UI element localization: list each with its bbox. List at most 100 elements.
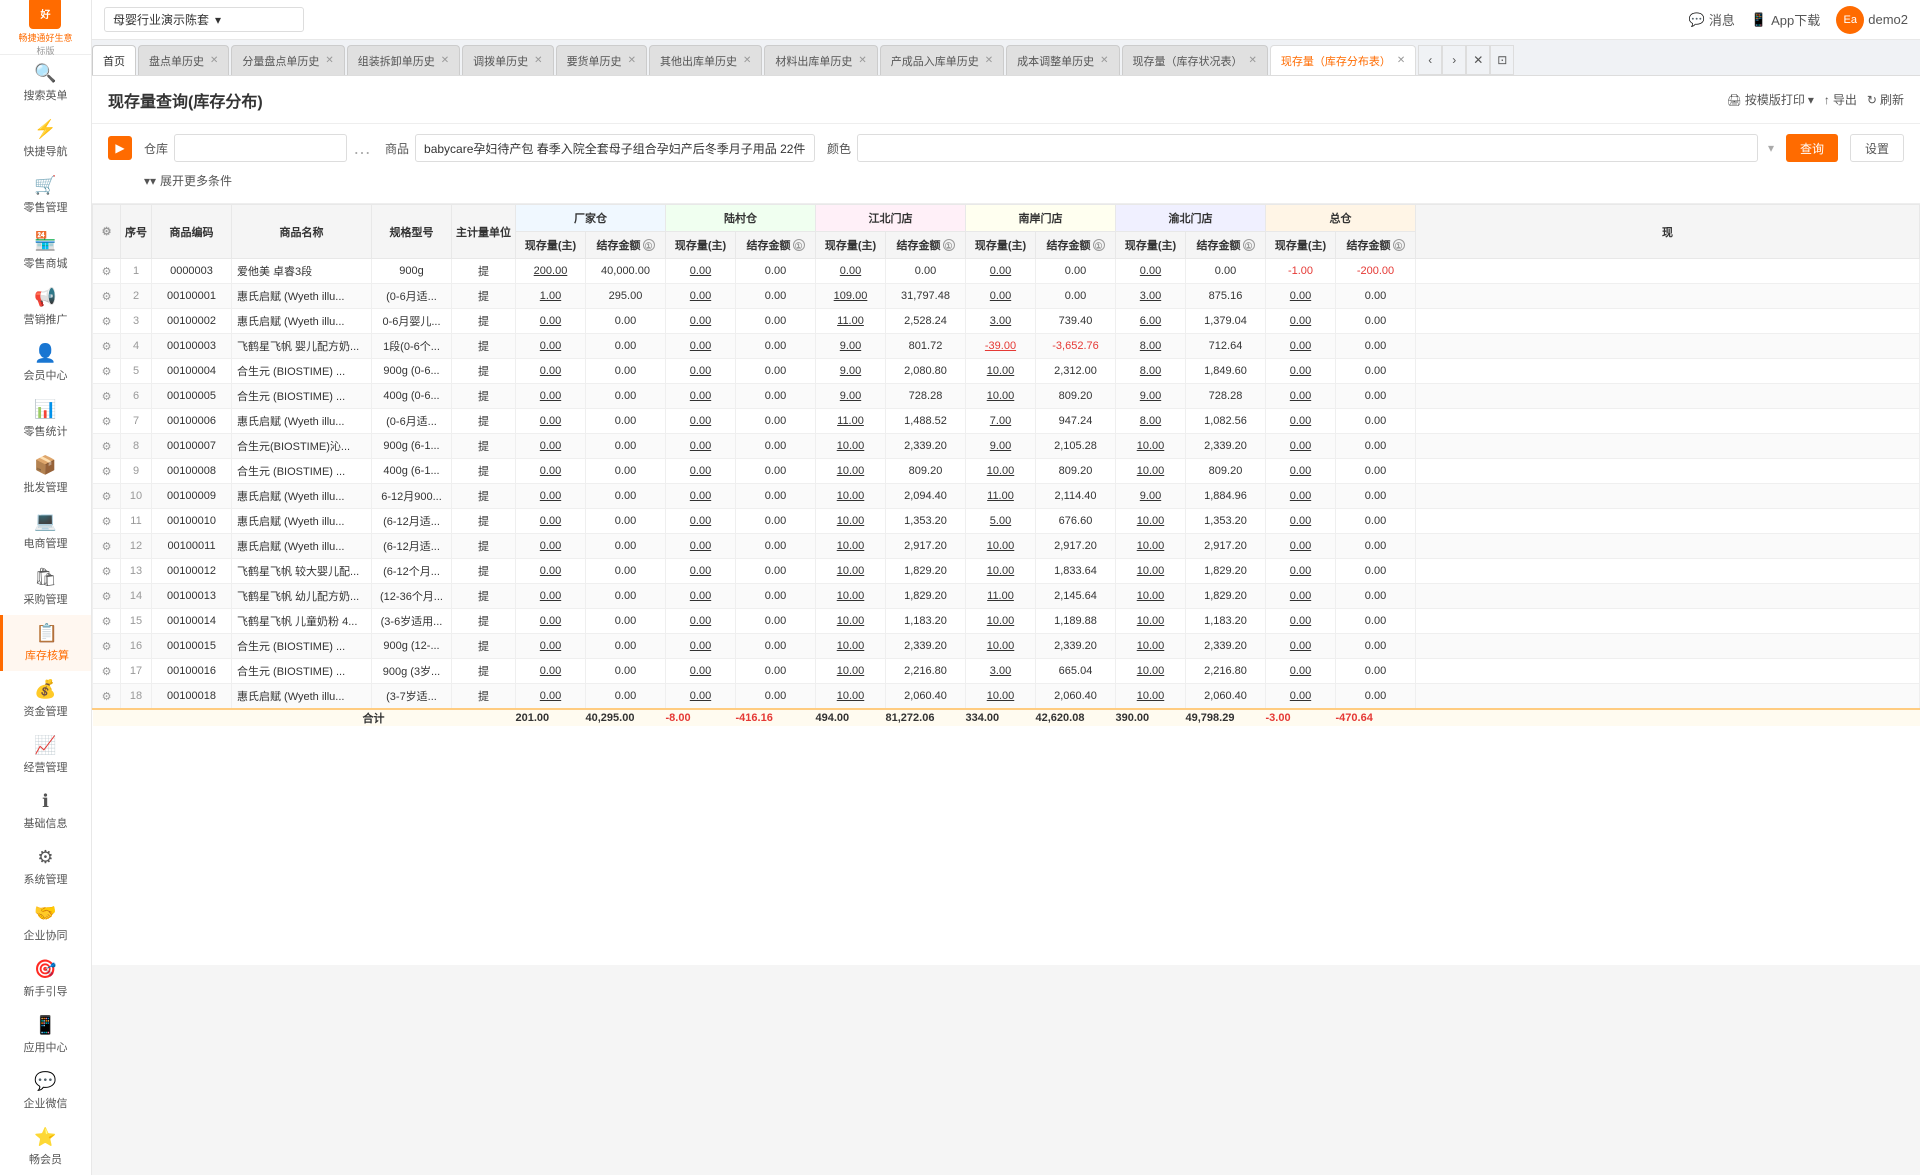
row-w5-stock[interactable]: 8.00	[1116, 359, 1186, 384]
row-total-stock[interactable]: 0.00	[1266, 484, 1336, 509]
tab-close-icon[interactable]: ✕	[325, 55, 333, 66]
row-total-stock[interactable]: -1.00	[1266, 259, 1336, 284]
sidebar-item-零售统计[interactable]: 📊零售统计	[0, 391, 91, 447]
row-setting[interactable]: ⚙	[93, 584, 121, 609]
row-w4-stock[interactable]: 0.00	[966, 259, 1036, 284]
row-w4-stock[interactable]: 11.00	[966, 584, 1036, 609]
row-w5-stock[interactable]: 9.00	[1116, 484, 1186, 509]
row-total-stock[interactable]: 0.00	[1266, 509, 1336, 534]
row-w2-stock[interactable]: 0.00	[666, 559, 736, 584]
tab-close-icon[interactable]: ✕	[1397, 55, 1405, 66]
row-total-stock[interactable]: 0.00	[1266, 334, 1336, 359]
sidebar-item-企业协同[interactable]: 🤝企业协同	[0, 895, 91, 951]
row-w5-stock[interactable]: 6.00	[1116, 309, 1186, 334]
tab-close-icon[interactable]: ✕	[534, 55, 542, 66]
expand-more-btn[interactable]: ▾▾ 展开更多条件	[144, 168, 1904, 193]
row-w4-stock[interactable]: 5.00	[966, 509, 1036, 534]
row-w5-stock[interactable]: 8.00	[1116, 409, 1186, 434]
row-w2-stock[interactable]: 0.00	[666, 384, 736, 409]
row-setting[interactable]: ⚙	[93, 284, 121, 309]
col-setting-header[interactable]: ⚙	[93, 205, 121, 259]
row-w3-stock[interactable]: 10.00	[816, 659, 886, 684]
row-w3-stock[interactable]: 10.00	[816, 459, 886, 484]
row-w5-stock[interactable]: 10.00	[1116, 659, 1186, 684]
row-w4-stock[interactable]: 10.00	[966, 559, 1036, 584]
warehouse-input[interactable]	[174, 134, 347, 162]
row-w4-stock[interactable]: 0.00	[966, 284, 1036, 309]
sidebar-item-会员中心[interactable]: 👤会员中心	[0, 335, 91, 391]
row-w4-stock[interactable]: 11.00	[966, 484, 1036, 509]
tab-nav-next[interactable]: ›	[1442, 45, 1466, 75]
row-w2-stock[interactable]: 0.00	[666, 459, 736, 484]
row-setting[interactable]: ⚙	[93, 684, 121, 710]
row-w4-stock[interactable]: 9.00	[966, 434, 1036, 459]
row-total-stock[interactable]: 0.00	[1266, 284, 1336, 309]
row-w3-stock[interactable]: 9.00	[816, 359, 886, 384]
row-setting[interactable]: ⚙	[93, 334, 121, 359]
row-w3-stock[interactable]: 10.00	[816, 484, 886, 509]
row-total-stock[interactable]: 0.00	[1266, 634, 1336, 659]
row-w3-stock[interactable]: 10.00	[816, 684, 886, 710]
row-total-stock[interactable]: 0.00	[1266, 309, 1336, 334]
row-setting[interactable]: ⚙	[93, 559, 121, 584]
row-w1-stock[interactable]: 0.00	[516, 434, 586, 459]
row-w1-stock[interactable]: 200.00	[516, 259, 586, 284]
row-setting[interactable]: ⚙	[93, 484, 121, 509]
row-w3-stock[interactable]: 11.00	[816, 409, 886, 434]
sidebar-item-资金管理[interactable]: 💰资金管理	[0, 671, 91, 727]
row-total-stock[interactable]: 0.00	[1266, 434, 1336, 459]
row-w3-stock[interactable]: 9.00	[816, 334, 886, 359]
tab-close-icon[interactable]: ✕	[743, 55, 751, 66]
tab-close-icon[interactable]: ✕	[441, 55, 449, 66]
tab-close-icon[interactable]: ✕	[858, 55, 866, 66]
row-w1-stock[interactable]: 0.00	[516, 309, 586, 334]
row-w3-stock[interactable]: 11.00	[816, 309, 886, 334]
sidebar-item-企业微信[interactable]: 💬企业微信	[0, 1063, 91, 1119]
tab-10[interactable]: 现存量（库存状况表）✕	[1122, 45, 1268, 75]
sidebar-item-经营管理[interactable]: 📈经营管理	[0, 727, 91, 783]
sidebar-item-搜索英单[interactable]: 🔍搜索英单	[0, 55, 91, 111]
toggle-arrow[interactable]: ▶	[108, 136, 132, 160]
tab-nav-prev[interactable]: ‹	[1418, 45, 1442, 75]
row-w1-stock[interactable]: 0.00	[516, 509, 586, 534]
sidebar-item-电商管理[interactable]: 💻电商管理	[0, 503, 91, 559]
row-w4-stock[interactable]: -39.00	[966, 334, 1036, 359]
row-w1-stock[interactable]: 0.00	[516, 334, 586, 359]
row-w1-stock[interactable]: 1.00	[516, 284, 586, 309]
row-setting[interactable]: ⚙	[93, 609, 121, 634]
row-w2-stock[interactable]: 0.00	[666, 359, 736, 384]
row-w5-stock[interactable]: 10.00	[1116, 684, 1186, 710]
row-w2-stock[interactable]: 0.00	[666, 634, 736, 659]
row-setting[interactable]: ⚙	[93, 309, 121, 334]
row-w5-stock[interactable]: 10.00	[1116, 559, 1186, 584]
app-download-btn[interactable]: 📱 App下载	[1751, 10, 1820, 29]
row-w5-stock[interactable]: 8.00	[1116, 334, 1186, 359]
row-w3-stock[interactable]: 10.00	[816, 509, 886, 534]
tab-3[interactable]: 组装拆卸单历史✕	[347, 45, 460, 75]
row-w2-stock[interactable]: 0.00	[666, 684, 736, 710]
user-avatar-area[interactable]: Ea demo2	[1836, 6, 1908, 34]
tab-close-icon[interactable]: ✕	[1249, 55, 1257, 66]
row-total-stock[interactable]: 0.00	[1266, 684, 1336, 710]
row-total-stock[interactable]: 0.00	[1266, 409, 1336, 434]
row-w1-stock[interactable]: 0.00	[516, 609, 586, 634]
row-w1-stock[interactable]: 0.00	[516, 684, 586, 710]
row-w1-stock[interactable]: 0.00	[516, 584, 586, 609]
row-setting[interactable]: ⚙	[93, 634, 121, 659]
row-w5-stock[interactable]: 10.00	[1116, 634, 1186, 659]
sidebar-item-基础信息[interactable]: ℹ基础信息	[0, 783, 91, 839]
row-w3-stock[interactable]: 9.00	[816, 384, 886, 409]
row-w5-stock[interactable]: 10.00	[1116, 609, 1186, 634]
row-w1-stock[interactable]: 0.00	[516, 359, 586, 384]
row-w5-stock[interactable]: 10.00	[1116, 534, 1186, 559]
row-w2-stock[interactable]: 0.00	[666, 409, 736, 434]
row-w1-stock[interactable]: 0.00	[516, 659, 586, 684]
tab-9[interactable]: 成本调整单历史✕	[1006, 45, 1119, 75]
row-setting[interactable]: ⚙	[93, 359, 121, 384]
row-w5-stock[interactable]: 10.00	[1116, 584, 1186, 609]
sidebar-item-零售管理[interactable]: 🛒零售管理	[0, 167, 91, 223]
row-total-stock[interactable]: 0.00	[1266, 459, 1336, 484]
row-w2-stock[interactable]: 0.00	[666, 659, 736, 684]
tab-close-icon[interactable]: ✕	[985, 55, 993, 66]
row-w3-stock[interactable]: 10.00	[816, 609, 886, 634]
